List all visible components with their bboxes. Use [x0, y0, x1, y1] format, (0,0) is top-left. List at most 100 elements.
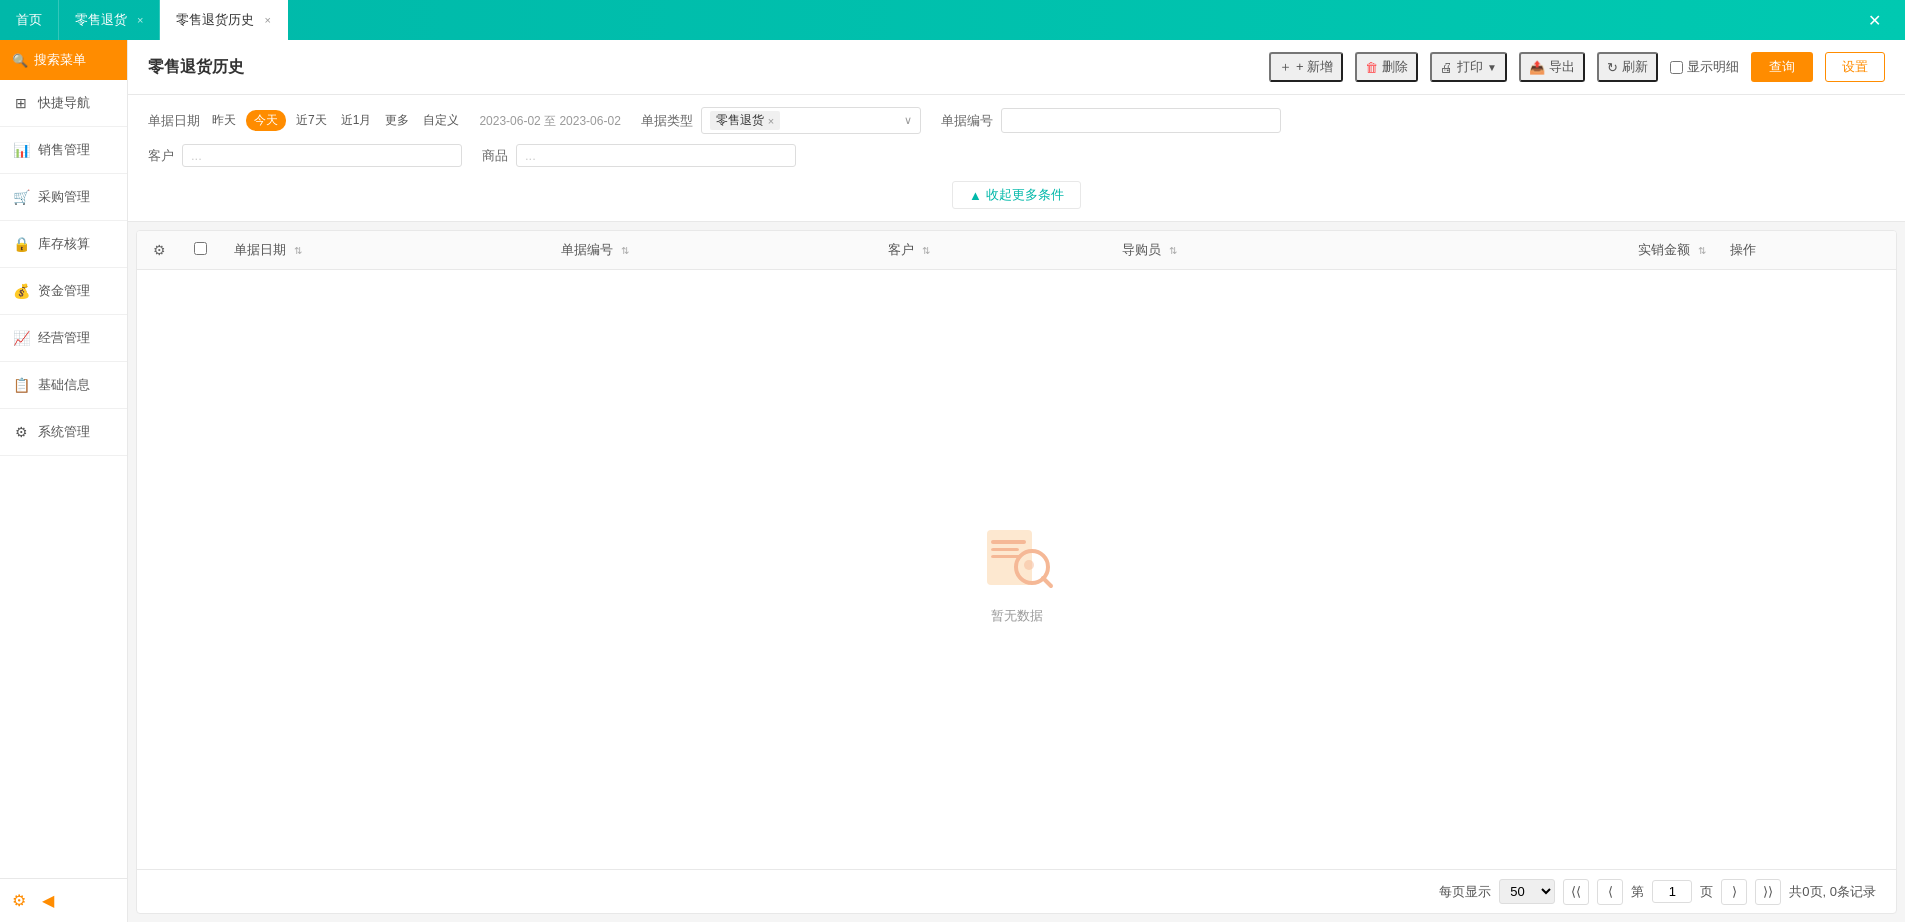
sidebar-item-quick-nav[interactable]: ⊞ 快捷导航: [0, 80, 127, 127]
table-settings-icon[interactable]: ⚙: [149, 238, 170, 262]
customer-placeholder: ...: [191, 148, 202, 163]
sidebar-search[interactable]: 🔍 搜索菜单: [0, 40, 127, 80]
date-filter-group: 单据日期 昨天 今天 近7天 近1月 更多 自定义 2023-06-02 至 2…: [148, 110, 621, 131]
sidebar-item-purchase[interactable]: 🛒 采购管理: [0, 174, 127, 221]
goods-select[interactable]: ...: [516, 144, 796, 167]
docno-filter-input[interactable]: [1001, 108, 1281, 133]
sidebar-icon-finance: 💰: [12, 282, 30, 300]
page-title: 零售退货历史: [148, 57, 244, 78]
delete-button[interactable]: 🗑 删除: [1355, 52, 1418, 82]
total-info: 共0页, 0条记录: [1789, 883, 1876, 901]
th-docno: 单据编号 ⇅: [549, 231, 876, 270]
show-detail-checkbox[interactable]: [1670, 61, 1683, 74]
next-page-button[interactable]: ⟩: [1721, 879, 1747, 905]
tab-close-retail-return[interactable]: ×: [137, 14, 143, 26]
window-close-button[interactable]: ✕: [1860, 7, 1889, 34]
th-checkbox: [182, 231, 222, 270]
sidebar-item-basic-info[interactable]: 📋 基础信息: [0, 362, 127, 409]
date-opt-today[interactable]: 今天: [246, 110, 286, 131]
th-date: 单据日期 ⇅: [222, 231, 549, 270]
sidebar-icon-system: ⚙: [12, 423, 30, 441]
th-customer-sort[interactable]: ⇅: [922, 245, 930, 256]
th-guide-label: 导购员: [1122, 242, 1161, 257]
tab-close-retail-return-history[interactable]: ×: [264, 14, 270, 26]
search-icon: 🔍: [12, 53, 28, 68]
export-icon: 📤: [1529, 60, 1545, 75]
window-controls: ✕: [1860, 7, 1905, 34]
doctype-filter-group: 单据类型 零售退货 × ∨: [641, 107, 921, 134]
sidebar-item-sales[interactable]: 📊 销售管理: [0, 127, 127, 174]
th-customer-label: 客户: [888, 242, 914, 257]
doctype-tag-remove[interactable]: ×: [768, 115, 774, 127]
date-opt-more[interactable]: 更多: [381, 110, 413, 131]
add-button[interactable]: ＋ + 新增: [1269, 52, 1343, 82]
svg-rect-1: [991, 540, 1026, 544]
settings-button[interactable]: 设置: [1825, 52, 1885, 82]
top-bar: 首页零售退货×零售退货历史× ✕: [0, 0, 1905, 40]
settings-bottom-icon[interactable]: ⚙: [12, 891, 26, 910]
doctype-tag-select[interactable]: 零售退货 × ∨: [701, 107, 921, 134]
date-opt-custom[interactable]: 自定义: [419, 110, 463, 131]
page-header: 零售退货历史 ＋ + 新增 🗑 删除 🖨 打印 ▼ 📤 导出: [128, 40, 1905, 95]
th-amount-sort[interactable]: ⇅: [1698, 245, 1706, 256]
empty-state: 暂无数据: [137, 270, 1896, 869]
tab-home[interactable]: 首页: [0, 0, 59, 40]
sidebar-item-operation[interactable]: 📈 经营管理: [0, 315, 127, 362]
sidebar-icon-inventory: 🔒: [12, 235, 30, 253]
customer-select[interactable]: ...: [182, 144, 462, 167]
sidebar-bottom: ⚙ ◀: [0, 878, 127, 922]
th-docno-label: 单据编号: [561, 242, 613, 257]
svg-point-6: [1024, 560, 1034, 570]
sidebar-label-purchase: 采购管理: [38, 188, 90, 206]
date-range-display: 2023-06-02 至 2023-06-02: [479, 113, 620, 130]
th-action: 操作: [1718, 231, 1896, 270]
date-opt-7days[interactable]: 近7天: [292, 110, 331, 131]
sidebar-item-inventory[interactable]: 🔒 库存核算: [0, 221, 127, 268]
tab-retail-return[interactable]: 零售退货×: [59, 0, 160, 40]
select-all-checkbox[interactable]: [194, 242, 207, 255]
th-settings: ⚙: [137, 231, 182, 270]
first-page-button[interactable]: ⟨⟨: [1563, 879, 1589, 905]
query-button[interactable]: 查询: [1751, 52, 1813, 82]
empty-text: 暂无数据: [991, 607, 1043, 625]
page-size-label: 每页显示: [1439, 883, 1491, 901]
page-size-select[interactable]: 50 20 100: [1499, 879, 1555, 904]
date-opt-1month[interactable]: 近1月: [337, 110, 376, 131]
sidebar-item-finance[interactable]: 💰 资金管理: [0, 268, 127, 315]
tab-list: 首页零售退货×零售退货历史×: [0, 0, 1860, 40]
page-label-pre: 第: [1631, 883, 1644, 901]
filter-section: 单据日期 昨天 今天 近7天 近1月 更多 自定义 2023-06-02 至 2…: [128, 95, 1905, 222]
show-detail-checkbox-label[interactable]: 显示明细: [1670, 58, 1739, 76]
th-guide-sort[interactable]: ⇅: [1169, 245, 1177, 256]
doctype-filter-label: 单据类型: [641, 112, 693, 130]
collapse-icon: ▲: [969, 188, 982, 203]
th-amount-label: 实销金额: [1638, 242, 1690, 257]
print-dropdown-icon: ▼: [1487, 62, 1497, 73]
refresh-button[interactable]: ↻ 刷新: [1597, 52, 1658, 82]
th-date-sort[interactable]: ⇅: [294, 245, 302, 256]
export-button[interactable]: 📤 导出: [1519, 52, 1585, 82]
sidebar-item-system[interactable]: ⚙ 系统管理: [0, 409, 127, 456]
current-page-input[interactable]: [1652, 880, 1692, 903]
date-filter-label: 单据日期: [148, 112, 200, 130]
tab-retail-return-history[interactable]: 零售退货历史×: [160, 0, 287, 40]
svg-rect-3: [991, 555, 1021, 558]
collapse-filter-button[interactable]: ▲ 收起更多条件: [952, 181, 1081, 209]
goods-filter-label: 商品: [482, 147, 508, 165]
sidebar-icon-sales: 📊: [12, 141, 30, 159]
print-button[interactable]: 🖨 打印 ▼: [1430, 52, 1507, 82]
sidebar-icon-basic-info: 📋: [12, 376, 30, 394]
collapse-sidebar-icon[interactable]: ◀: [42, 891, 54, 910]
th-guide: 导购员 ⇅: [1110, 231, 1391, 270]
th-amount: 实销金额 ⇅: [1391, 231, 1718, 270]
page-label-post: 页: [1700, 883, 1713, 901]
sidebar-label-sales: 销售管理: [38, 141, 90, 159]
th-docno-sort[interactable]: ⇅: [621, 245, 629, 256]
doctype-tag-item: 零售退货 ×: [710, 111, 780, 130]
prev-page-button[interactable]: ⟨: [1597, 879, 1623, 905]
last-page-button[interactable]: ⟩⟩: [1755, 879, 1781, 905]
table-header-row: ⚙ 单据日期 ⇅ 单据编号 ⇅: [137, 231, 1896, 270]
date-opt-yesterday[interactable]: 昨天: [208, 110, 240, 131]
content-area: 零售退货历史 ＋ + 新增 🗑 删除 🖨 打印 ▼ 📤 导出: [128, 40, 1905, 922]
sidebar-nav: ⊞ 快捷导航 📊 销售管理 🛒 采购管理 🔒 库存核算 💰 资金管理 📈 经营管…: [0, 80, 127, 878]
